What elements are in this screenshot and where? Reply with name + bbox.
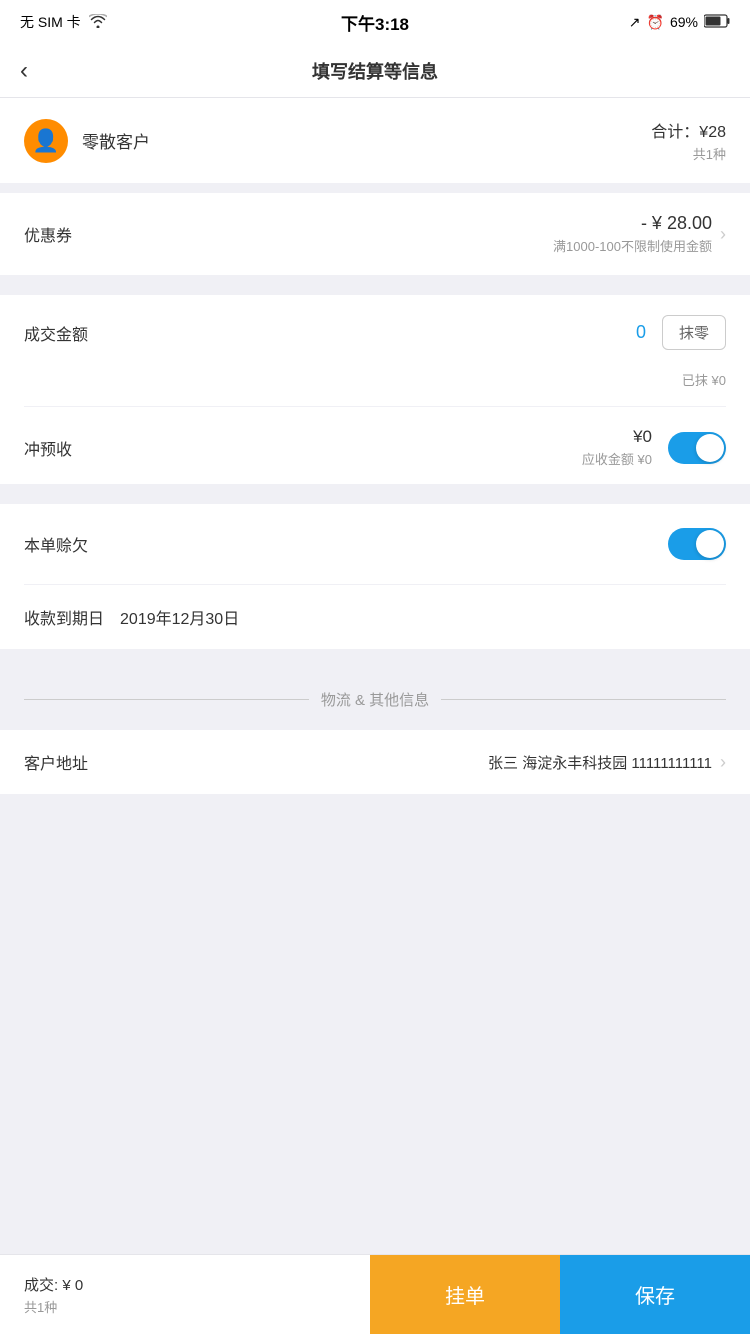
customer-total: 合计：¥28 <box>651 118 726 142</box>
hold-button-label: 挂单 <box>445 1280 485 1309</box>
alarm-icon: ⏰ <box>647 14 664 31</box>
deal-amount-subrow: 已抹 ¥0 <box>0 370 750 406</box>
precharge-row: 冲预收 ¥0 应收金额 ¥0 <box>0 407 750 484</box>
customer-left: 👤 零散客户 <box>24 119 150 163</box>
status-right: ↗ ⏰ 69% <box>629 14 730 31</box>
deal-amount-right: 0 抹零 <box>616 315 726 350</box>
coupon-info: - ¥ 28.00 满1000-100不限制使用金额 <box>553 213 712 255</box>
coupon-label: 优惠券 <box>24 222 72 246</box>
coupon-discount: - ¥ 28.00 <box>553 213 712 234</box>
battery-text: 69% <box>670 14 698 30</box>
chevron-right-icon: › <box>720 224 726 245</box>
logistics-line-right <box>441 699 726 700</box>
status-bar: 无 SIM 卡 下午3:18 ↗ ⏰ 69% <box>0 0 750 44</box>
address-chevron-icon: › <box>720 752 726 773</box>
debt-section: 本单赊欠 收款到期日 2019年12月30日 <box>0 504 750 649</box>
bottom-count: 共1种 <box>24 1297 346 1316</box>
coupon-row[interactable]: 优惠券 - ¥ 28.00 满1000-100不限制使用金额 › <box>0 193 750 275</box>
deal-amount-row: 成交金额 0 抹零 <box>0 295 750 370</box>
back-button[interactable]: ‹ <box>20 57 28 85</box>
deal-amount-label: 成交金额 <box>24 321 88 345</box>
precharge-receivable: 应收金额 ¥0 <box>582 449 652 468</box>
toggle-knob-debt <box>696 530 724 558</box>
duedate-value: 2019年12月30日 <box>120 605 239 629</box>
avatar-icon: 👤 <box>32 128 59 154</box>
precharge-label: 冲预收 <box>24 436 72 460</box>
logistics-text: 物流 & 其他信息 <box>321 689 429 710</box>
location-icon: ↗ <box>629 14 641 31</box>
customer-name: 零散客户 <box>82 128 150 153</box>
customer-count: 共1种 <box>651 144 726 163</box>
debt-toggle[interactable] <box>668 528 726 560</box>
bottom-info: 成交: ¥ 0 共1种 <box>0 1274 370 1316</box>
logistics-header: 物流 & 其他信息 <box>0 669 750 730</box>
save-button[interactable]: 保存 <box>560 1255 750 1334</box>
battery-icon <box>704 14 730 31</box>
section-separator-3 <box>0 659 750 669</box>
coupon-description: 满1000-100不限制使用金额 <box>553 236 712 255</box>
deal-amount-value: 0 <box>616 322 646 343</box>
customer-section: 👤 零散客户 合计：¥28 共1种 <box>0 98 750 183</box>
wifi-icon <box>89 14 107 31</box>
hold-button[interactable]: 挂单 <box>370 1255 560 1334</box>
status-time: 下午3:18 <box>341 10 409 35</box>
customer-avatar: 👤 <box>24 119 68 163</box>
precharge-amount: ¥0 <box>582 427 652 447</box>
customer-row: 👤 零散客户 合计：¥28 共1种 <box>0 98 750 183</box>
address-label: 客户地址 <box>24 750 88 774</box>
deal-amount-section: 成交金额 0 抹零 已抹 ¥0 冲预收 ¥0 应收金额 ¥0 <box>0 295 750 484</box>
toggle-knob-precharge <box>696 434 724 462</box>
coupon-right: - ¥ 28.00 满1000-100不限制使用金额 › <box>553 213 726 255</box>
bottom-bar: 成交: ¥ 0 共1种 挂单 保存 <box>0 1254 750 1334</box>
precharge-amounts: ¥0 应收金额 ¥0 <box>582 427 652 468</box>
duedate-label: 收款到期日 <box>24 605 104 629</box>
round-zero-button[interactable]: 抹零 <box>662 315 726 350</box>
nav-bar: ‹ 填写结算等信息 <box>0 44 750 98</box>
carrier-text: 无 SIM 卡 <box>20 12 81 32</box>
bottom-deal-amount: ¥ 0 <box>62 1277 83 1294</box>
precharge-toggle[interactable] <box>668 432 726 464</box>
debt-row: 本单赊欠 <box>0 504 750 584</box>
bottom-spacer <box>0 804 750 904</box>
status-left: 无 SIM 卡 <box>20 12 107 32</box>
precharge-right: ¥0 应收金额 ¥0 <box>582 427 726 468</box>
section-separator-1 <box>0 285 750 295</box>
bottom-deal-text: 成交: ¥ 0 <box>24 1274 346 1295</box>
address-section: 客户地址 张三 海淀永丰科技园 11111111111 › <box>0 730 750 794</box>
coupon-section: 优惠券 - ¥ 28.00 满1000-100不限制使用金额 › <box>0 193 750 275</box>
save-button-label: 保存 <box>635 1280 675 1309</box>
address-row[interactable]: 客户地址 张三 海淀永丰科技园 11111111111 › <box>0 730 750 794</box>
bottom-deal-label: 成交: <box>24 1277 58 1294</box>
debt-label: 本单赊欠 <box>24 532 88 556</box>
logistics-line-left <box>24 699 309 700</box>
section-separator-2 <box>0 494 750 504</box>
page-title: 填写结算等信息 <box>312 58 438 84</box>
customer-right: 合计：¥28 共1种 <box>651 118 726 163</box>
address-value: 张三 海淀永丰科技园 11111111111 <box>108 752 712 773</box>
deal-amount-sub: 已抹 ¥0 <box>682 373 726 388</box>
duedate-row: 收款到期日 2019年12月30日 <box>0 585 750 649</box>
